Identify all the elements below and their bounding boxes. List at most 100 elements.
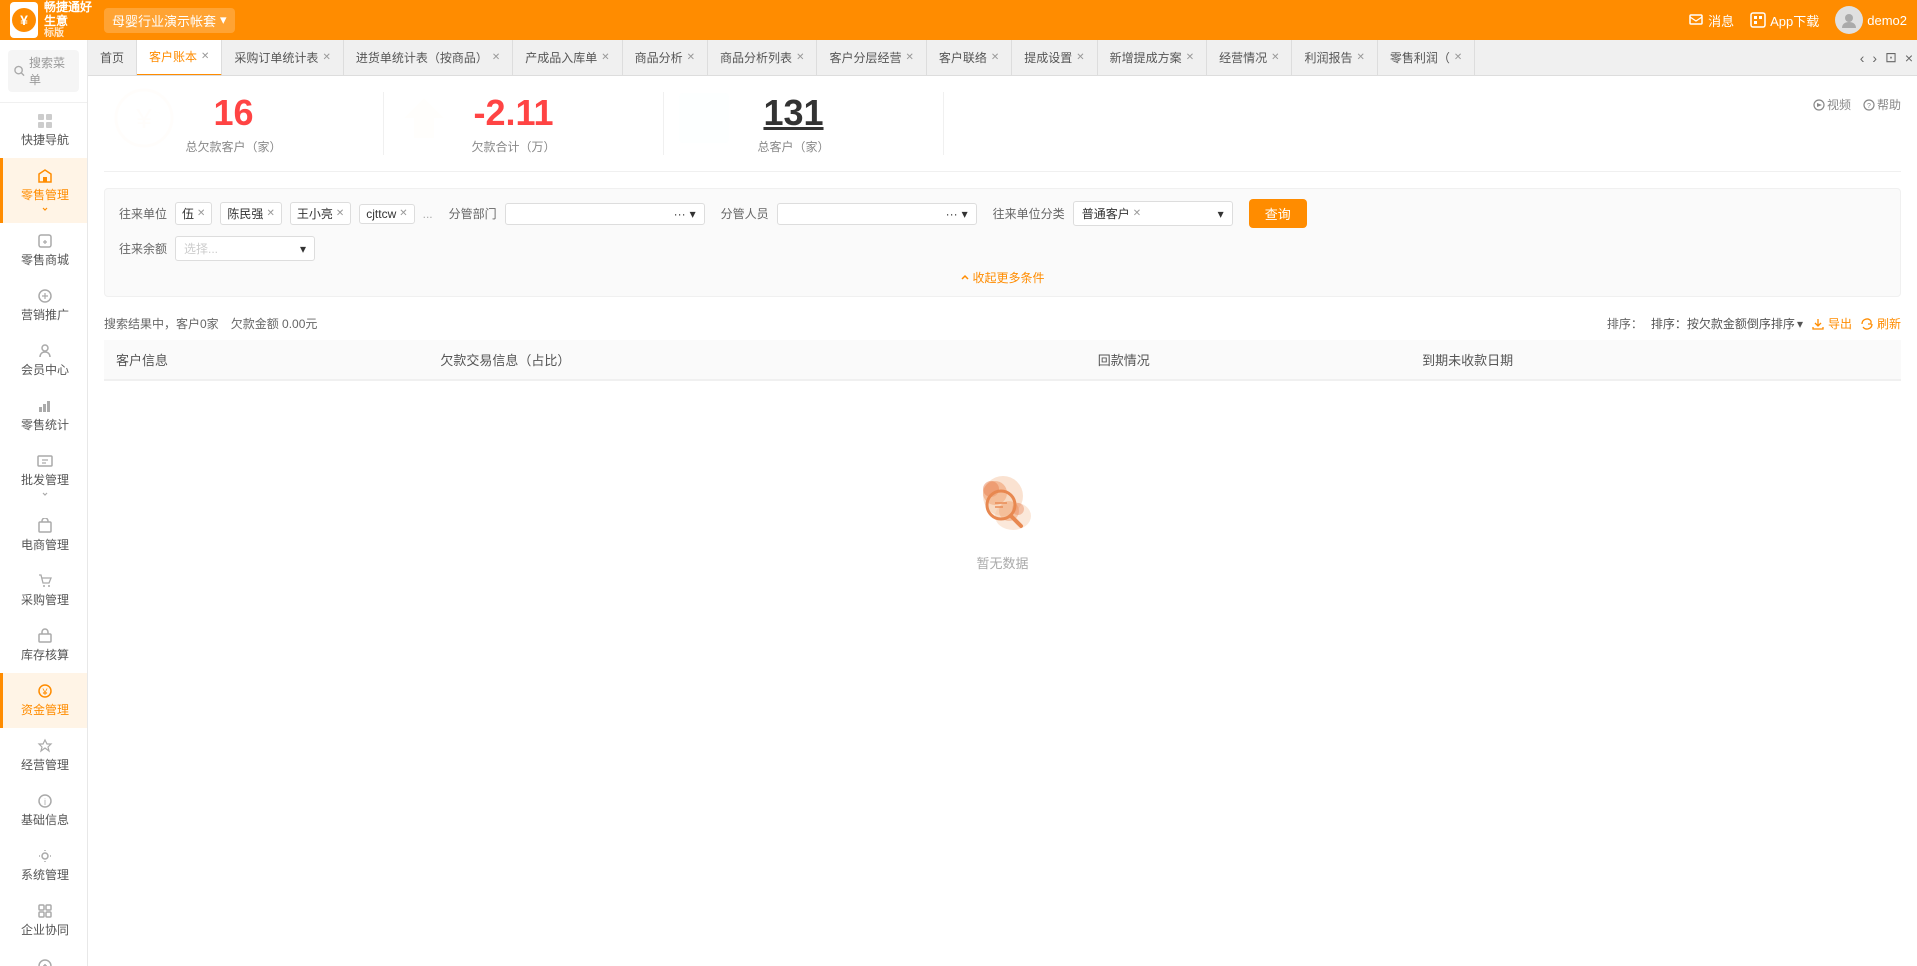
tab-close-purchase-order-stats[interactable]: ✕ (322, 52, 330, 63)
tab-product-analysis[interactable]: 商品分析 ✕ (623, 40, 708, 76)
tab-close-customer-contacts[interactable]: ✕ (991, 52, 999, 63)
filter-category-tag[interactable]: 普通客户 ✕ (1082, 205, 1141, 222)
page-help: 视频 ? 帮助 (1813, 92, 1901, 155)
chevron-down-icon-2: ▾ (962, 207, 968, 221)
tab-purchase-stats-by-product[interactable]: 进货单统计表（按商品） ✕ (344, 40, 513, 76)
sidebar-item-new-guide[interactable]: 新手引导 (0, 948, 87, 966)
filter-tag-cjttcw[interactable]: cjttcw ✕ (359, 204, 414, 224)
video-help-btn[interactable]: 视频 (1813, 96, 1851, 113)
sidebar-item-quick-nav[interactable]: 快捷导航 (0, 103, 87, 158)
debt-amount-text: 欠款金额 0.00元 (231, 315, 318, 332)
sidebar-item-inventory[interactable]: 库存核算 (0, 618, 87, 673)
tab-promotion-settings[interactable]: 提成设置 ✕ (1012, 40, 1097, 76)
data-table: 客户信息 欠款交易信息（占比） 回款情况 到期未收款日期 (104, 340, 1901, 381)
filter-tag-cjttcw-close[interactable]: ✕ (399, 208, 407, 219)
tab-prev-btn[interactable]: ‹ (1856, 50, 1869, 66)
filter-dept-select[interactable]: ··· ▾ (505, 203, 705, 225)
refresh-btn[interactable]: 刷新 (1860, 315, 1901, 332)
tab-cost-inbound[interactable]: 产成品入库单 ✕ (513, 40, 622, 76)
stat-total-debt-amount: -2.11 欠款合计（万） (384, 92, 664, 155)
sidebar-item-enterprise[interactable]: 企业协同 (0, 893, 87, 948)
tab-close-customer-segment[interactable]: ✕ (905, 52, 913, 63)
tab-next-btn[interactable]: › (1868, 50, 1881, 66)
sidebar-item-capital[interactable]: ¥ 资金管理 (0, 673, 87, 728)
filter-tag-wu-close[interactable]: ✕ (197, 208, 205, 219)
filter-person-select[interactable]: ··· ▾ (777, 203, 977, 225)
chevron-down-icon-sort: ▾ (1797, 317, 1803, 331)
help-btn[interactable]: ? 帮助 (1863, 96, 1901, 113)
tab-new-promotion-plan[interactable]: 新增提成方案 ✕ (1098, 40, 1207, 76)
svg-text:¥: ¥ (135, 103, 152, 134)
tab-maximize-btn[interactable]: ⊡ (1881, 49, 1901, 66)
col-customer-info: 客户信息 (104, 340, 428, 380)
result-bar-right: 排序： 排序：按欠款金额倒序排序 ▾ 导出 刷新 (1607, 315, 1901, 332)
filter-row-1: 往来单位 伍 ✕ 陈民强 ✕ 王小亮 ✕ (119, 199, 1886, 228)
account-selector[interactable]: 母婴行业演示帐套 ▾ (104, 8, 235, 33)
sidebar-item-ecom[interactable]: 电商管理 (0, 508, 87, 563)
filter-tag-wang[interactable]: 王小亮 ✕ (290, 202, 351, 225)
tab-close-product-analysis-list[interactable]: ✕ (796, 52, 804, 63)
tab-profit-report[interactable]: 利润报告 ✕ (1292, 40, 1377, 76)
tab-close-promotion-settings[interactable]: ✕ (1076, 52, 1084, 63)
svg-text:i: i (44, 797, 46, 807)
svg-text:¥: ¥ (41, 687, 48, 697)
tab-close-new-promotion-plan[interactable]: ✕ (1186, 52, 1194, 63)
chevron-down-icon-4: ▾ (300, 242, 306, 256)
tab-bar: 首页 客户账本 ✕ 采购订单统计表 ✕ 进货单统计表（按商品） ✕ 产成品入库单… (88, 40, 1917, 76)
stat-icon-customers (674, 88, 734, 160)
tab-close-cost-inbound[interactable]: ✕ (601, 52, 609, 63)
tab-business-status[interactable]: 经营情况 ✕ (1207, 40, 1292, 76)
tab-home[interactable]: 首页 (88, 40, 137, 76)
filter-label-person: 分管人员 (721, 205, 769, 222)
tab-product-analysis-list[interactable]: 商品分析列表 ✕ (708, 40, 817, 76)
filter-more-btn[interactable]: ... (423, 207, 433, 221)
app-download-btn[interactable]: App下载 (1750, 11, 1819, 30)
stat-icon-debt: ¥ (114, 88, 174, 160)
message-btn[interactable]: 消息 (1688, 11, 1734, 30)
sort-select[interactable]: 排序：按欠款金额倒序排序 ▾ (1651, 315, 1803, 332)
sidebar-item-marketing[interactable]: 营销推广 (0, 278, 87, 333)
export-btn[interactable]: 导出 (1811, 315, 1852, 332)
table-header-row: 客户信息 欠款交易信息（占比） 回款情况 到期未收款日期 (104, 340, 1901, 380)
search-menu-label: 搜索菜单 (29, 54, 73, 88)
sidebar-item-sys-mgmt[interactable]: 系统管理 (0, 838, 87, 893)
filter-category-select[interactable]: 普通客户 ✕ ▾ (1073, 201, 1233, 226)
tab-retail-profit[interactable]: 零售利润（ ✕ (1378, 40, 1475, 76)
result-bar-left: 搜索结果中，客户0家 欠款金额 0.00元 (104, 315, 317, 332)
filter-tag-wu[interactable]: 伍 ✕ (175, 202, 212, 225)
user-menu[interactable]: demo2 (1835, 6, 1907, 34)
sidebar-item-basic-info[interactable]: i 基础信息 (0, 783, 87, 838)
sidebar-item-retail-mgmt[interactable]: 零售管理 (0, 158, 87, 223)
tab-close-customer-accounts[interactable]: ✕ (201, 51, 209, 62)
tab-customer-segment[interactable]: 客户分层经营 ✕ (817, 40, 926, 76)
stat-total-debt-customers: ¥ 16 总欠款客户（家） (104, 92, 384, 155)
col-debt-info: 欠款交易信息（占比） (428, 340, 1085, 380)
sidebar-item-member[interactable]: 会员中心 (0, 333, 87, 388)
filter-tag-wang-close[interactable]: ✕ (336, 208, 344, 219)
stat-icon-amount (394, 88, 454, 160)
sidebar-item-retail-stats[interactable]: 零售统计 (0, 388, 87, 443)
sidebar-item-retail-mall[interactable]: 零售商城 (0, 223, 87, 278)
stat-value-debt-amount: -2.11 (473, 92, 553, 134)
tab-purchase-order-stats[interactable]: 采购订单统计表 ✕ (222, 40, 343, 76)
filter-tag-chen-close[interactable]: ✕ (266, 208, 274, 219)
tab-minimize-btn[interactable]: × (1901, 50, 1917, 66)
search-menu-btn[interactable]: 搜索菜单 (0, 40, 87, 103)
sidebar-item-batch-mgmt[interactable]: 批发管理 (0, 443, 87, 508)
sidebar-item-ops-mgmt[interactable]: 经营管理 (0, 728, 87, 783)
collapse-filter-btn[interactable]: 收起更多条件 (960, 269, 1044, 286)
tab-close-profit-report[interactable]: ✕ (1357, 52, 1365, 63)
sidebar-item-purchase[interactable]: 采购管理 (0, 563, 87, 618)
filter-balance-select[interactable]: 选择... ▾ (175, 236, 315, 261)
tab-close-retail-profit[interactable]: ✕ (1454, 52, 1462, 63)
stat-label-debt-customers: 总欠款客户（家） (185, 138, 281, 155)
query-btn[interactable]: 查询 (1249, 199, 1307, 228)
tab-close-business-status[interactable]: ✕ (1271, 52, 1279, 63)
tab-customer-accounts[interactable]: 客户账本 ✕ (137, 40, 222, 76)
tab-close-purchase-stats[interactable]: ✕ (492, 52, 500, 63)
tab-customer-contacts[interactable]: 客户联络 ✕ (927, 40, 1012, 76)
tab-close-product-analysis[interactable]: ✕ (687, 52, 695, 63)
filter-tag-chen[interactable]: 陈民强 ✕ (220, 202, 281, 225)
filter-category-close[interactable]: ✕ (1133, 208, 1141, 219)
filter-label-balance: 往来余额 (119, 240, 167, 257)
